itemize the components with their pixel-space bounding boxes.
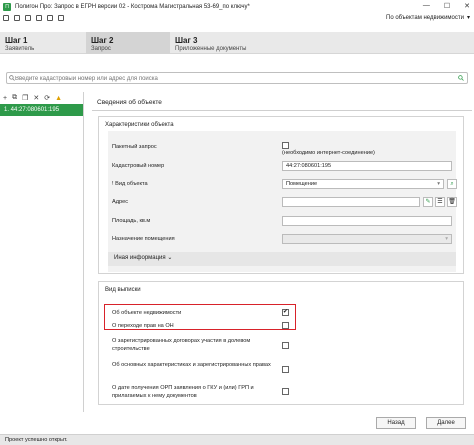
- extract-option-label: Об объекте недвижимости: [112, 310, 182, 316]
- save-icon[interactable]: [25, 15, 31, 21]
- area-label: Площадь, кв.м: [112, 218, 151, 224]
- address-list-icon[interactable]: ☰: [435, 197, 445, 207]
- save-as-icon[interactable]: [36, 15, 42, 21]
- extract-option-checkbox[interactable]: [282, 322, 289, 329]
- search-button-icon[interactable]: [458, 75, 464, 81]
- step-3-tab[interactable]: Шаг 3 Приложенные документы: [170, 32, 280, 54]
- object-type-row: ! Вид объекта Помещение ▾ ⌕: [112, 179, 457, 191]
- step-2-number: Шаг 2: [91, 36, 114, 45]
- next-button[interactable]: Далее: [426, 417, 466, 429]
- step-2-label: Запрос: [91, 46, 111, 52]
- settings-icon[interactable]: [47, 15, 53, 21]
- batch-request-note: (необходимо интернет-соединение): [282, 150, 375, 156]
- duplicate-icon[interactable]: ❐: [22, 94, 28, 102]
- area-row: Площадь, кв.м: [112, 216, 452, 228]
- cadastral-row: Кадастровый номер 44:27:080601:195: [112, 161, 452, 173]
- extract-option-checkbox[interactable]: [282, 342, 289, 349]
- chevron-down-icon: ▾: [445, 236, 448, 242]
- maximize-icon[interactable]: ☐: [444, 2, 450, 10]
- open-folder-icon[interactable]: [14, 15, 20, 21]
- step-3-label: Приложенные документы: [175, 46, 247, 52]
- trash-icon[interactable]: 🗑: [447, 197, 457, 207]
- address-row: Адрес ✎ ☰ 🗑: [112, 197, 457, 209]
- extract-option-row: О переходе прав на ОН: [112, 321, 292, 333]
- object-info-section: Сведения об объекте: [92, 99, 472, 111]
- new-file-icon[interactable]: [3, 15, 9, 21]
- copy-icon[interactable]: ⧉: [12, 94, 17, 102]
- batch-request-label: Пакетный запрос: [112, 144, 157, 150]
- minimize-icon[interactable]: —: [423, 2, 430, 10]
- object-type-value: Помещение: [286, 181, 318, 187]
- step-2-tab[interactable]: Шаг 2 Запрос: [86, 32, 170, 54]
- other-info-toggle[interactable]: Иная информация ⌄: [108, 252, 456, 266]
- purpose-row: Назначение помещения ▾: [112, 234, 452, 246]
- back-button[interactable]: Назад: [376, 417, 416, 429]
- search-box: [6, 72, 468, 84]
- toolbar: По объектам недвижимости ▾: [0, 13, 474, 23]
- chevron-down-icon: ⌄: [167, 255, 173, 261]
- chevron-down-icon: ▾: [437, 181, 440, 187]
- delete-icon[interactable]: ✕: [33, 94, 39, 102]
- chevron-down-icon: ▾: [466, 15, 470, 21]
- wizard-steps: Шаг 1 Заявитель Шаг 2 Запрос Шаг 3 Прило…: [0, 32, 474, 54]
- section-divider: [92, 110, 472, 111]
- objects-toolbar: + ⧉ ❐ ✕ ⟳ ▲: [0, 92, 83, 104]
- batch-request-row: Пакетный запрос (необходимо интернет-сое…: [112, 142, 452, 156]
- area-field[interactable]: [282, 216, 452, 226]
- cadastral-field[interactable]: 44:27:080601:195: [282, 161, 452, 171]
- help-icon[interactable]: [58, 15, 64, 21]
- batch-request-checkbox[interactable]: [282, 142, 289, 149]
- footer-bar: Назад Далее: [0, 412, 474, 434]
- extract-option-label: О дате получения ОРП заявления о ГКУ и (…: [112, 385, 254, 399]
- extract-option-checkbox[interactable]: [282, 308, 289, 316]
- address-label: Адрес: [112, 199, 129, 205]
- object-type-label: ! Вид объекта: [112, 181, 148, 187]
- extract-option-row: Об объекте недвижимости: [112, 308, 292, 320]
- object-type-select[interactable]: Помещение ▾: [282, 179, 444, 189]
- step-1-number: Шаг 1: [5, 36, 28, 45]
- other-info-label: Иная информация: [114, 255, 166, 261]
- objects-panel: + ⧉ ❐ ✕ ⟳ ▲ 1. 44:27:080601:195: [0, 92, 84, 412]
- step-1-label: Заявитель: [5, 46, 35, 52]
- address-field[interactable]: [282, 197, 420, 207]
- close-icon[interactable]: ✕: [464, 2, 470, 10]
- step-1-tab[interactable]: Шаг 1 Заявитель: [0, 32, 86, 54]
- mode-label: По объектам недвижимости: [386, 14, 464, 21]
- extract-option-label: О переходе прав на ОН: [112, 323, 174, 329]
- add-icon[interactable]: +: [3, 95, 7, 102]
- extract-option-label: Об основных характеристиках и зарегистри…: [112, 362, 271, 368]
- window-title: Полигон Про: Запрос в ЕГРН версии 02 - К…: [15, 3, 250, 10]
- status-bar: Проект успешно открыт.: [0, 434, 474, 445]
- extract-title: Вид выписки: [105, 287, 141, 293]
- edit-pencil-icon[interactable]: ✎: [423, 197, 433, 207]
- cadastral-label: Кадастровый номер: [112, 163, 165, 169]
- object-info-title: Сведения об объекте: [97, 99, 162, 106]
- refresh-icon[interactable]: ⟳: [44, 94, 50, 102]
- mode-selector[interactable]: По объектам недвижимости ▾: [386, 14, 470, 22]
- step-3-number: Шаг 3: [175, 36, 198, 45]
- warning-icon[interactable]: ▲: [55, 95, 62, 102]
- purpose-label: Назначение помещения: [112, 236, 175, 242]
- title-bar: П Полигон Про: Запрос в ЕГРН версии 02 -…: [0, 0, 474, 13]
- object-type-search-icon[interactable]: ⌕: [447, 179, 457, 189]
- purpose-select[interactable]: ▾: [282, 234, 452, 244]
- extract-option-checkbox[interactable]: [282, 388, 289, 395]
- extract-option-label: О зарегистрированных договорах участия в…: [112, 338, 251, 352]
- object-list-item[interactable]: 1. 44:27:080601:195: [0, 104, 83, 116]
- window-controls: — ☐ ✕: [423, 2, 470, 10]
- app-logo-icon: П: [3, 2, 11, 11]
- search-input[interactable]: [15, 74, 455, 83]
- extract-option-checkbox[interactable]: [282, 366, 289, 373]
